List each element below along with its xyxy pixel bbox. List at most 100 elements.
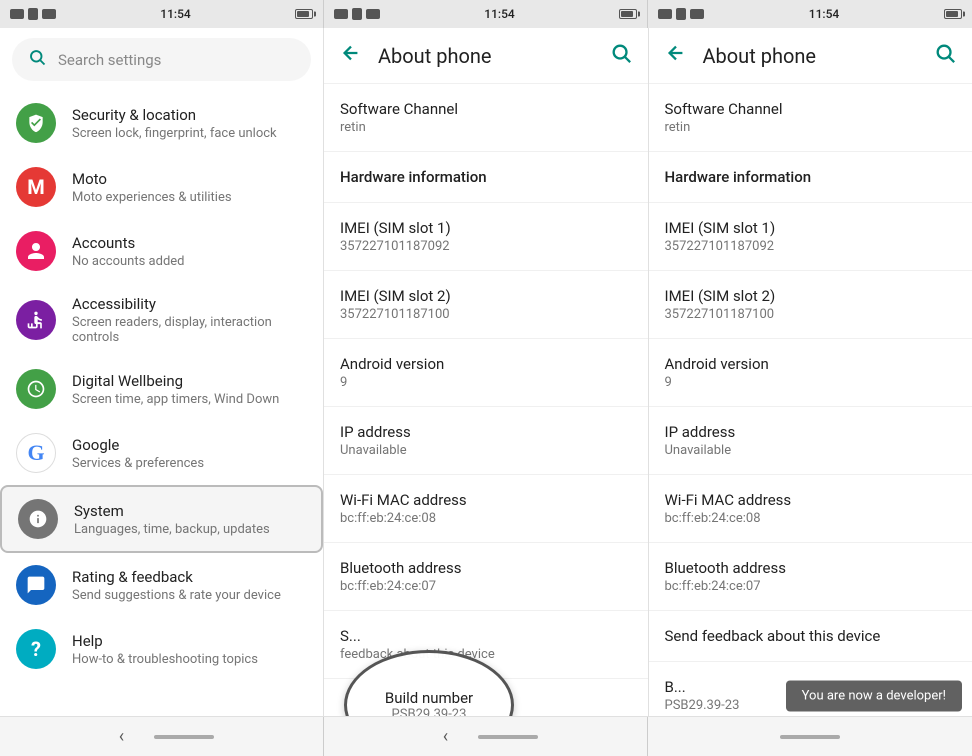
settings-item-google[interactable]: G Google Services & preferences [0,421,323,485]
software-channel-title-left: Software Channel [340,100,632,118]
settings-item-help[interactable]: ? Help How-to & troubleshooting topics [0,617,323,681]
about-panel-right: About phone Software Channel retin Hardw… [649,28,972,716]
bluetooth-value-right: bc:ff:eb:24:ce:07 [665,579,957,594]
system-subtitle: Languages, time, backup, updates [74,522,305,537]
software-channel-value-left: retin [340,120,632,135]
hardware-header-title-left: Hardware information [340,168,632,186]
imei1-title-left: IMEI (SIM slot 1) [340,219,632,237]
google-text: Google Services & preferences [72,436,307,471]
about-item-imei2-right[interactable]: IMEI (SIM slot 2) 357227101187100 [649,271,972,339]
about-item-wifi-left[interactable]: Wi-Fi MAC address bc:ff:eb:24:ce:08 [324,475,648,543]
settings-item-digital[interactable]: Digital Wellbeing Screen time, app timer… [0,357,323,421]
about-item-build-right[interactable]: B... PSB29.39-23 You are now a developer… [649,662,972,716]
system-title: System [74,502,305,520]
android-title-right: Android version [665,355,957,373]
settings-item-security[interactable]: Security & location Screen lock, fingerp… [0,91,323,155]
sim-icon-1 [10,9,24,19]
about-item-imei2-left[interactable]: IMEI (SIM slot 2) 357227101187100 [324,271,648,339]
about-title-right: About phone [703,44,919,68]
system-text: System Languages, time, backup, updates [74,502,305,537]
sim-icon-2 [334,9,348,19]
search-placeholder: Search settings [58,51,161,69]
digital-subtitle: Screen time, app timers, Wind Down [72,392,307,407]
rating-icon [16,565,56,605]
about-item-bluetooth-left[interactable]: Bluetooth address bc:ff:eb:24:ce:07 [324,543,648,611]
search-bar[interactable]: Search settings [12,38,311,81]
software-channel-title-right: Software Channel [665,100,957,118]
about-item-wifi-right[interactable]: Wi-Fi MAC address bc:ff:eb:24:ce:08 [649,475,972,543]
ip-value-left: Unavailable [340,443,632,458]
accounts-title: Accounts [72,234,307,252]
lock-icon-2 [352,8,362,20]
about-item-ip-left[interactable]: IP address Unavailable [324,407,648,475]
accessibility-icon [16,300,56,340]
hardware-header-title-right: Hardware information [665,168,957,186]
status-icons-right [658,8,704,20]
search-icon [28,48,46,71]
status-bar: 11:54 11:54 11:54 [0,0,972,28]
about-item-hardware-header-right: Hardware information [649,152,972,203]
software-channel-value-right: retin [665,120,957,135]
about-item-ip-right[interactable]: IP address Unavailable [649,407,972,475]
imei2-title-left: IMEI (SIM slot 2) [340,287,632,305]
settings-item-system[interactable]: System Languages, time, backup, updates [0,485,323,553]
moto-icon: M [16,167,56,207]
about-header-left: About phone [324,28,648,84]
about-panel-left: About phone Software Channel retin Hardw… [324,28,649,716]
msg-icon-2 [366,9,380,19]
settings-item-accessibility[interactable]: Accessibility Screen readers, display, i… [0,283,323,357]
status-right-left [295,9,313,19]
about-search-icon-left[interactable] [610,42,632,69]
settings-item-rating[interactable]: Rating & feedback Send suggestions & rat… [0,553,323,617]
msg-icon-1 [42,9,56,19]
home-pill-left[interactable] [154,735,214,739]
bluetooth-value-left: bc:ff:eb:24:ce:07 [340,579,632,594]
home-pill-mid[interactable] [478,735,538,739]
imei1-title-right: IMEI (SIM slot 1) [665,219,957,237]
imei2-value-left: 357227101187100 [340,307,632,322]
about-item-hardware-header-left: Hardware information [324,152,648,203]
about-item-software-channel-left[interactable]: Software Channel retin [324,84,648,152]
about-item-feedback-right[interactable]: Send feedback about this device [649,611,972,662]
sim-icon-3 [658,9,672,19]
security-title: Security & location [72,106,307,124]
imei1-value-left: 357227101187092 [340,239,632,254]
google-icon: G [16,433,56,473]
about-item-build-left[interactable]: Build number PSB29.39-23 [324,679,648,716]
status-time-left: 11:54 [160,7,190,21]
accounts-subtitle: No accounts added [72,254,307,269]
settings-item-moto[interactable]: M Moto Moto experiences & utilities [0,155,323,219]
help-text: Help How-to & troubleshooting topics [72,632,307,667]
about-search-icon-right[interactable] [934,42,956,69]
about-item-imei1-right[interactable]: IMEI (SIM slot 1) 357227101187092 [649,203,972,271]
rating-subtitle: Send suggestions & rate your device [72,588,307,603]
accessibility-text: Accessibility Screen readers, display, i… [72,295,307,345]
about-item-imei1-left[interactable]: IMEI (SIM slot 1) 357227101187092 [324,203,648,271]
status-icons-left [10,8,56,20]
help-subtitle: How-to & troubleshooting topics [72,652,307,667]
settings-item-accounts[interactable]: Accounts No accounts added [0,219,323,283]
accounts-text: Accounts No accounts added [72,234,307,269]
settings-list: Security & location Screen lock, fingerp… [0,91,323,716]
back-button-right[interactable] [665,42,687,70]
help-title: Help [72,632,307,650]
about-item-software-channel-right[interactable]: Software Channel retin [649,84,972,152]
digital-text: Digital Wellbeing Screen time, app timer… [72,372,307,407]
settings-panel: Search settings Security & location Scre… [0,28,324,716]
moto-subtitle: Moto experiences & utilities [72,190,307,205]
imei1-value-right: 357227101187092 [665,239,957,254]
circle-build-title-left: Build number [385,689,473,707]
wifi-title-left: Wi-Fi MAC address [340,491,632,509]
about-item-bluetooth-right[interactable]: Bluetooth address bc:ff:eb:24:ce:07 [649,543,972,611]
about-item-android-right[interactable]: Android version 9 [649,339,972,407]
back-button-left[interactable] [340,42,362,70]
msg-icon-3 [690,9,704,19]
accessibility-subtitle: Screen readers, display, interaction con… [72,315,307,345]
status-right-right [944,9,962,19]
back-nav-button-mid[interactable]: ‹ [423,726,468,747]
status-icons-mid [334,8,380,20]
about-item-android-left[interactable]: Android version 9 [324,339,648,407]
back-nav-button-left[interactable]: ‹ [99,726,144,747]
status-time-right: 11:54 [809,7,839,21]
home-pill-right[interactable] [780,735,840,739]
